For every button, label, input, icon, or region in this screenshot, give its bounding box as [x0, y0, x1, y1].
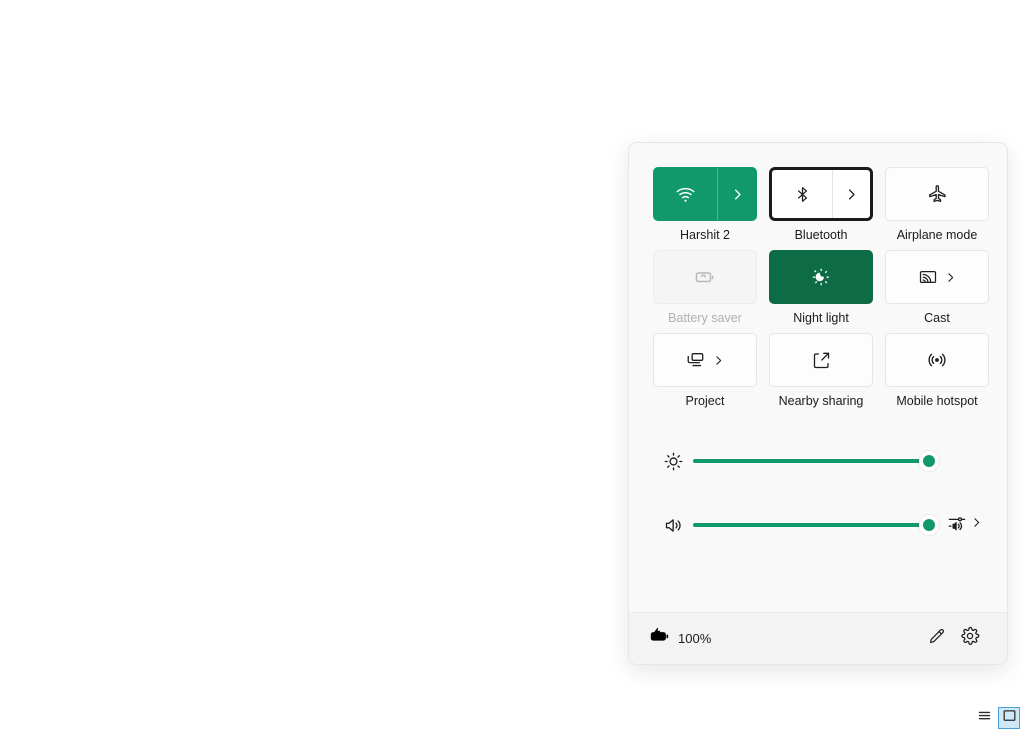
volume-slider[interactable]: [693, 513, 939, 537]
list-view-button[interactable]: [973, 707, 995, 729]
wifi-icon: [675, 184, 696, 205]
tile-cell-project: Project: [653, 333, 757, 409]
tile-battery-saver[interactable]: [653, 250, 757, 304]
volume-slider-row: [653, 503, 983, 547]
view-switcher: [973, 707, 1020, 729]
tile-label-project: Project: [685, 394, 725, 408]
tile-cell-battery-saver: Battery saver: [653, 250, 757, 326]
airplane-icon: [927, 184, 948, 205]
brightness-icon: [653, 451, 693, 472]
battery-percent-label: 100%: [678, 631, 712, 646]
chevron-right-icon[interactable]: [712, 354, 725, 367]
edit-quick-settings-button[interactable]: [919, 622, 953, 656]
list-view-icon: [977, 708, 992, 728]
open-settings-button[interactable]: [953, 622, 987, 656]
chevron-right-icon: [844, 187, 859, 202]
volume-slider-fill: [693, 523, 929, 527]
mobile-hotspot-icon: [926, 349, 948, 371]
chevron-right-icon[interactable]: [944, 271, 957, 284]
night-light-icon: [810, 266, 832, 288]
tile-label-battery-saver: Battery saver: [668, 311, 742, 325]
tile-wifi[interactable]: [653, 167, 757, 221]
tile-label-mobile-hotspot: Mobile hotspot: [896, 394, 978, 408]
tile-label-bluetooth: Bluetooth: [794, 228, 848, 242]
tile-wifi-expand[interactable]: [717, 168, 756, 220]
bluetooth-icon: [793, 185, 812, 204]
tile-label-airplane-mode: Airplane mode: [896, 228, 978, 242]
gear-settings-icon: [960, 626, 980, 651]
tile-wifi-toggle[interactable]: [654, 168, 717, 220]
tile-label-wifi: Harshit 2: [679, 228, 731, 242]
quick-settings-body: Harshit 2 Bluetooth Airplane mode Batter…: [629, 143, 1007, 612]
battery-status[interactable]: 100%: [649, 625, 711, 652]
cast-icon: [918, 267, 938, 287]
volume-slider-thumb[interactable]: [919, 515, 939, 535]
tile-night-light[interactable]: [769, 250, 873, 304]
tile-mobile-hotspot[interactable]: [885, 333, 989, 387]
nearby-sharing-icon: [811, 350, 832, 371]
battery-saver-icon: [693, 265, 717, 289]
tile-label-nearby-sharing: Nearby sharing: [778, 394, 864, 408]
pencil-edit-icon: [927, 627, 946, 651]
tile-cell-night-light: Night light: [769, 250, 873, 326]
tile-bluetooth-toggle[interactable]: [772, 170, 832, 218]
quick-settings-tile-grid: Harshit 2 Bluetooth Airplane mode Batter…: [653, 167, 989, 409]
brightness-slider[interactable]: [693, 449, 939, 473]
window-view-button[interactable]: [998, 707, 1020, 729]
brightness-slider-row: [653, 439, 983, 483]
tile-cast[interactable]: [885, 250, 989, 304]
window-view-icon: [1002, 708, 1017, 728]
tile-label-cast: Cast: [924, 311, 950, 325]
battery-charging-icon: [649, 625, 671, 652]
chevron-right-icon: [730, 187, 745, 202]
project-icon: [685, 350, 706, 371]
audio-mixer-icon[interactable]: [947, 513, 967, 538]
volume-icon: [653, 515, 693, 536]
tile-cell-airplane-mode: Airplane mode: [885, 167, 989, 243]
tile-bluetooth-expand[interactable]: [832, 170, 870, 218]
brightness-slider-fill: [693, 459, 929, 463]
tile-cell-bluetooth: Bluetooth: [769, 167, 873, 243]
quick-settings-panel: Harshit 2 Bluetooth Airplane mode Batter…: [628, 142, 1008, 665]
tile-cell-nearby-sharing: Nearby sharing: [769, 333, 873, 409]
tile-bluetooth[interactable]: [769, 167, 873, 221]
chevron-right-icon[interactable]: [970, 516, 983, 534]
tile-nearby-sharing[interactable]: [769, 333, 873, 387]
slider-area: [653, 409, 983, 547]
tile-cell-wifi: Harshit 2: [653, 167, 757, 243]
tile-cell-cast: Cast: [885, 250, 989, 326]
tile-project[interactable]: [653, 333, 757, 387]
quick-settings-footer: 100%: [629, 612, 1007, 664]
tile-cell-mobile-hotspot: Mobile hotspot: [885, 333, 989, 409]
tile-airplane-mode[interactable]: [885, 167, 989, 221]
brightness-slider-thumb[interactable]: [919, 451, 939, 471]
tile-label-night-light: Night light: [793, 311, 849, 325]
